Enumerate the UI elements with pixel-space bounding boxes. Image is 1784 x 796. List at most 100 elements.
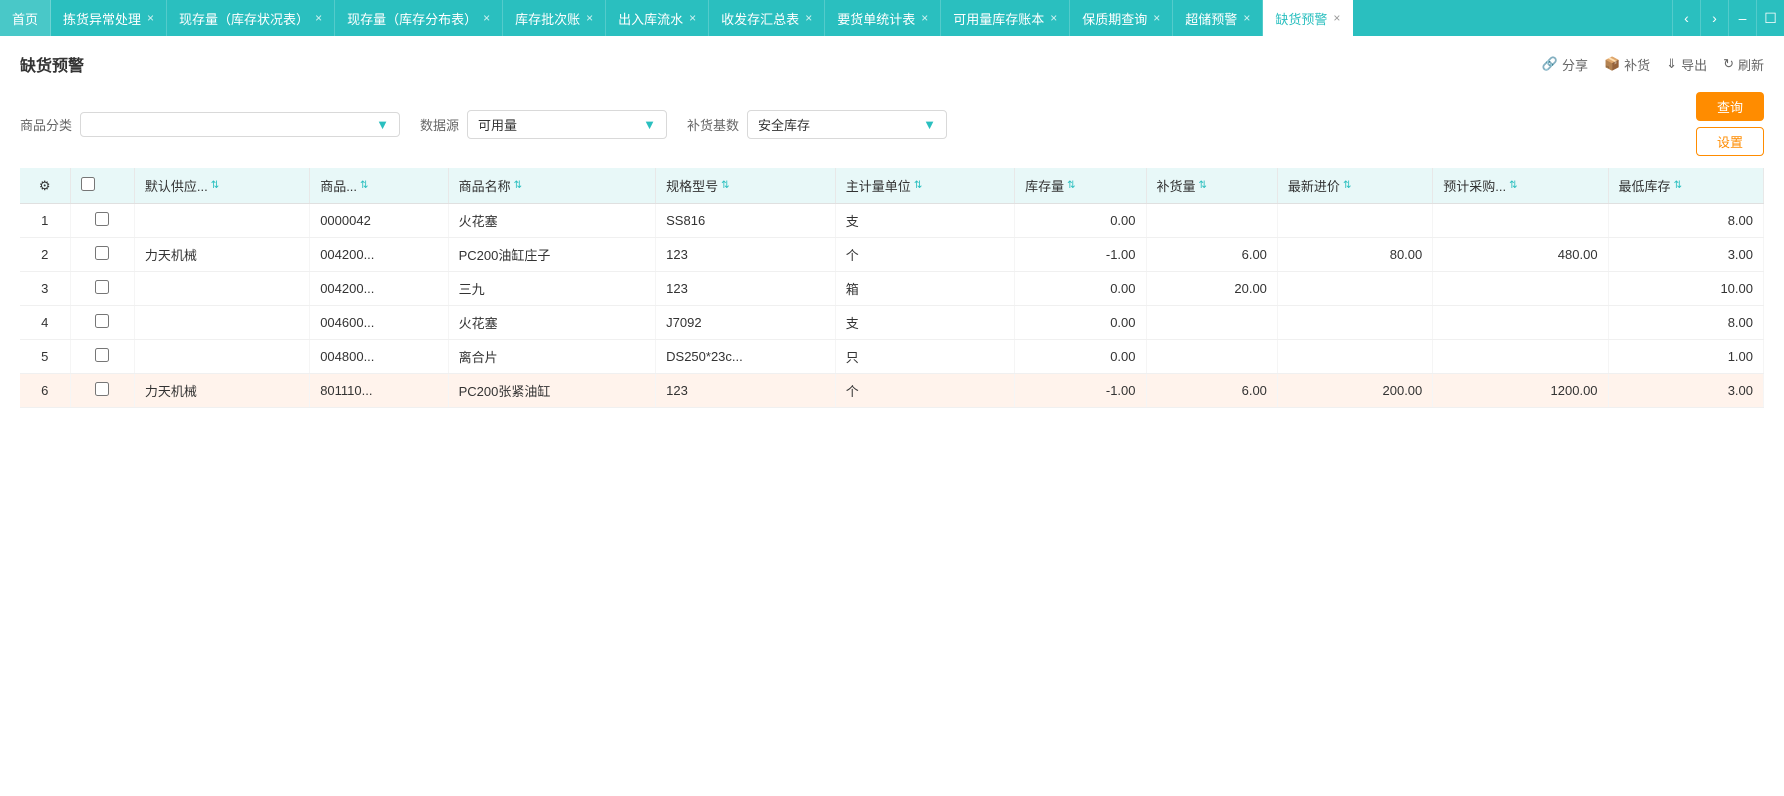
- sort-latest-price[interactable]: 最新进价 ⇅: [1288, 176, 1351, 195]
- tab-scroll-right[interactable]: ›: [1700, 0, 1728, 36]
- row-checkbox-cell: [70, 374, 134, 408]
- tab-maximize[interactable]: ☐: [1756, 0, 1784, 36]
- row-spec: 123: [656, 238, 836, 272]
- row-supplier: 力天机械: [134, 374, 309, 408]
- row-checkbox-cell: [70, 204, 134, 238]
- sort-spec[interactable]: 规格型号 ⇅: [666, 176, 729, 195]
- close-tab-order-stat[interactable]: ×: [921, 11, 928, 25]
- sort-product-name[interactable]: 商品名称 ⇅: [459, 176, 522, 195]
- filter-datasource-select[interactable]: 可用量 ▼: [467, 110, 667, 139]
- row-product-name: 火花塞: [448, 204, 656, 238]
- replenish-button[interactable]: 📦 补货: [1604, 55, 1650, 74]
- row-spec: 123: [656, 374, 836, 408]
- chevron-down-icon: ▼: [376, 117, 389, 132]
- tab-avail-ledger[interactable]: 可用量库存账本 ×: [941, 0, 1070, 36]
- close-tab-exception[interactable]: ×: [147, 11, 154, 25]
- tab-overstock[interactable]: 超储预警 ×: [1173, 0, 1263, 36]
- query-button[interactable]: 查询: [1696, 92, 1764, 121]
- row-unit: 箱: [835, 272, 1014, 306]
- tab-stock-dist[interactable]: 现存量（库存分布表） ×: [335, 0, 503, 36]
- sort-stock[interactable]: 库存量 ⇅: [1025, 176, 1075, 195]
- row-unit: 个: [835, 238, 1014, 272]
- row-stock: -1.00: [1015, 238, 1146, 272]
- row-checkbox[interactable]: [95, 246, 109, 260]
- col-header-checkbox: [70, 168, 134, 204]
- sort-replenish-qty[interactable]: 补货量 ⇅: [1157, 176, 1207, 195]
- row-supplier: [134, 272, 309, 306]
- sort-icon-min-stock: ⇅: [1674, 180, 1682, 191]
- tab-exception[interactable]: 拣货异常处理 ×: [51, 0, 167, 36]
- sort-est-purchase[interactable]: 预计采购... ⇅: [1443, 176, 1517, 195]
- settings-button[interactable]: 设置: [1696, 127, 1764, 156]
- sort-icon-product-code: ⇅: [360, 180, 368, 191]
- filter-replenish-select[interactable]: 安全库存 ▼: [747, 110, 947, 139]
- col-header-replenish-qty: 补货量 ⇅: [1146, 168, 1277, 204]
- tab-order-stat[interactable]: 要货单统计表 ×: [825, 0, 941, 36]
- row-replenish-qty: 6.00: [1146, 374, 1277, 408]
- row-min-stock: 8.00: [1608, 204, 1763, 238]
- sort-product-code[interactable]: 商品... ⇅: [320, 176, 368, 195]
- tab-stock-status[interactable]: 现存量（库存状况表） ×: [167, 0, 335, 36]
- row-product-name: 火花塞: [448, 306, 656, 340]
- share-button[interactable]: 🔗 分享: [1542, 55, 1588, 74]
- row-checkbox[interactable]: [95, 280, 109, 294]
- row-stock: 0.00: [1015, 204, 1146, 238]
- sort-icon-replenish-qty: ⇅: [1199, 180, 1207, 191]
- row-checkbox[interactable]: [95, 382, 109, 396]
- row-checkbox[interactable]: [95, 314, 109, 328]
- tab-receive-summary[interactable]: 收发存汇总表 ×: [709, 0, 825, 36]
- tab-scroll-left[interactable]: ‹: [1672, 0, 1700, 36]
- col-header-latest-price: 最新进价 ⇅: [1277, 168, 1432, 204]
- sort-supplier[interactable]: 默认供应... ⇅: [145, 176, 219, 195]
- row-stock: 0.00: [1015, 272, 1146, 306]
- row-checkbox[interactable]: [95, 212, 109, 226]
- row-spec: SS816: [656, 204, 836, 238]
- row-stock: -1.00: [1015, 374, 1146, 408]
- sort-icon-spec: ⇅: [721, 180, 729, 191]
- col-header-gear: ⚙: [20, 168, 70, 204]
- close-tab-overstock[interactable]: ×: [1243, 11, 1250, 25]
- row-est-purchase: [1433, 272, 1608, 306]
- close-tab-in-out-flow[interactable]: ×: [689, 11, 696, 25]
- sort-icon-product-name: ⇅: [514, 180, 522, 191]
- tab-shortage[interactable]: 缺货预警 ×: [1263, 0, 1353, 36]
- row-checkbox-cell: [70, 306, 134, 340]
- table-row: 4 004600... 火花塞 J7092 支 0.00 8.00: [20, 306, 1764, 340]
- tab-minimize[interactable]: ‒: [1728, 0, 1756, 36]
- row-product-code: 004800...: [310, 340, 448, 374]
- sort-unit[interactable]: 主计量单位 ⇅: [846, 176, 922, 195]
- row-supplier: 力天机械: [134, 238, 309, 272]
- close-tab-receive-summary[interactable]: ×: [805, 11, 812, 25]
- sort-min-stock[interactable]: 最低库存 ⇅: [1619, 176, 1682, 195]
- close-tab-avail-ledger[interactable]: ×: [1050, 11, 1057, 25]
- filter-datasource-label: 数据源: [420, 115, 459, 134]
- row-checkbox[interactable]: [95, 348, 109, 362]
- row-replenish-qty: [1146, 204, 1277, 238]
- row-index: 1: [20, 204, 70, 238]
- row-min-stock: 8.00: [1608, 306, 1763, 340]
- chevron-down-icon-datasource: ▼: [643, 117, 656, 132]
- close-tab-batch-account[interactable]: ×: [586, 11, 593, 25]
- tab-batch-account[interactable]: 库存批次账 ×: [503, 0, 606, 36]
- row-est-purchase: [1433, 306, 1608, 340]
- row-replenish-qty: 20.00: [1146, 272, 1277, 306]
- export-button[interactable]: ⇓ 导出: [1666, 55, 1707, 74]
- row-latest-price: 80.00: [1277, 238, 1432, 272]
- tab-home[interactable]: 首页: [0, 0, 51, 36]
- tab-expiry[interactable]: 保质期查询 ×: [1070, 0, 1173, 36]
- row-supplier: [134, 306, 309, 340]
- select-all-checkbox[interactable]: [81, 177, 95, 191]
- close-tab-stock-dist[interactable]: ×: [483, 11, 490, 25]
- close-tab-stock-status[interactable]: ×: [315, 11, 322, 25]
- row-product-name: 离合片: [448, 340, 656, 374]
- filter-datasource-group: 数据源 可用量 ▼: [420, 110, 667, 139]
- gear-icon[interactable]: ⚙: [39, 178, 51, 194]
- close-tab-expiry[interactable]: ×: [1153, 11, 1160, 25]
- table-row: 6 力天机械 801110... PC200张紧油缸 123 个 -1.00 6…: [20, 374, 1764, 408]
- filter-action-buttons: 查询 设置: [1696, 92, 1764, 156]
- filter-category-select[interactable]: ▼: [80, 112, 400, 137]
- refresh-icon: ↻: [1723, 56, 1734, 72]
- tab-in-out-flow[interactable]: 出入库流水 ×: [606, 0, 709, 36]
- close-tab-shortage[interactable]: ×: [1333, 11, 1340, 25]
- refresh-button[interactable]: ↻ 刷新: [1723, 55, 1764, 74]
